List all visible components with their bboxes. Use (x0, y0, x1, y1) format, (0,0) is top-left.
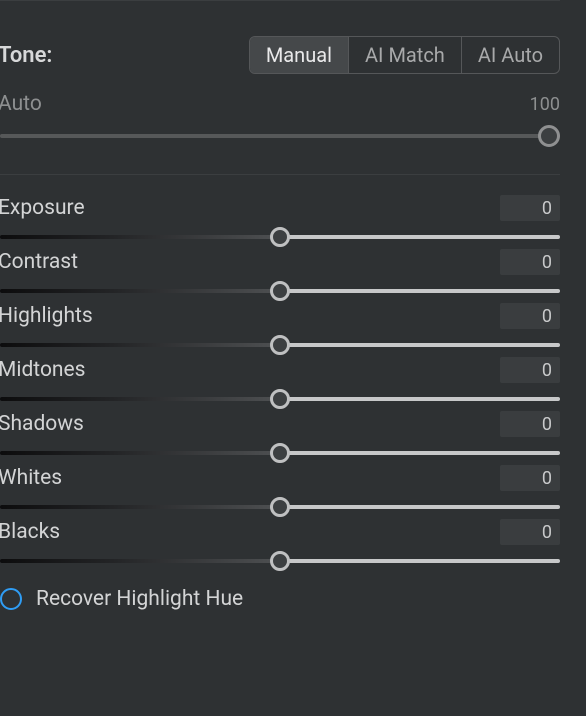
midtones-slider: Midtones 0 (0, 357, 586, 401)
section-divider (0, 174, 560, 175)
contrast-value[interactable]: 0 (500, 249, 560, 275)
blacks-label: Blacks (0, 520, 60, 544)
highlights-slider: Highlights 0 (0, 303, 586, 347)
exposure-track[interactable] (0, 235, 560, 239)
contrast-track[interactable] (0, 289, 560, 293)
shadows-slider: Shadows 0 (0, 411, 586, 455)
tone-mode-ai-match-button[interactable]: AI Match (349, 37, 462, 73)
whites-slider: Whites 0 (0, 465, 586, 509)
auto-slider-value: 100 (530, 94, 560, 115)
highlights-thumb[interactable] (270, 335, 290, 355)
highlights-track[interactable] (0, 343, 560, 347)
blacks-value[interactable]: 0 (500, 519, 560, 545)
auto-slider-head: Auto 100 (0, 92, 560, 116)
blacks-slider: Blacks 0 (0, 519, 586, 563)
tone-mode-segmented: Manual AI Match AI Auto (249, 36, 560, 74)
shadows-track[interactable] (0, 451, 560, 455)
auto-slider-thumb[interactable] (538, 125, 560, 147)
shadows-thumb[interactable] (270, 443, 290, 463)
blacks-thumb[interactable] (270, 551, 290, 571)
circle-icon[interactable] (0, 588, 22, 610)
contrast-thumb[interactable] (270, 281, 290, 301)
whites-thumb[interactable] (270, 497, 290, 517)
tone-header-row: Tone: Manual AI Match AI Auto (0, 10, 586, 74)
highlights-label: Highlights (0, 304, 93, 328)
whites-value[interactable]: 0 (500, 465, 560, 491)
whites-track[interactable] (0, 505, 560, 509)
midtones-label: Midtones (0, 358, 86, 382)
auto-slider-block: Auto 100 (0, 92, 586, 138)
blacks-track[interactable] (0, 559, 560, 563)
recover-highlight-hue-row[interactable]: Recover Highlight Hue (0, 587, 586, 611)
contrast-slider: Contrast 0 (0, 249, 586, 293)
shadows-value[interactable]: 0 (500, 411, 560, 437)
exposure-value[interactable]: 0 (500, 195, 560, 221)
tone-panel: Tone: Manual AI Match AI Auto Auto 100 E… (0, 0, 586, 716)
exposure-thumb[interactable] (270, 227, 290, 247)
midtones-value[interactable]: 0 (500, 357, 560, 383)
whites-label: Whites (0, 466, 62, 490)
highlights-value[interactable]: 0 (500, 303, 560, 329)
exposure-slider: Exposure 0 (0, 195, 586, 239)
tone-mode-ai-auto-button[interactable]: AI Auto (462, 37, 559, 73)
recover-highlight-hue-label: Recover Highlight Hue (36, 587, 243, 611)
auto-slider-label: Auto (0, 92, 42, 116)
midtones-thumb[interactable] (270, 389, 290, 409)
contrast-label: Contrast (0, 250, 78, 274)
shadows-label: Shadows (0, 412, 84, 436)
exposure-label: Exposure (0, 196, 85, 220)
tone-mode-manual-button[interactable]: Manual (250, 37, 349, 73)
auto-slider-track[interactable] (0, 134, 560, 138)
tone-label: Tone: (0, 43, 52, 68)
divider (0, 0, 560, 1)
adjustment-sliders: Exposure 0 Contrast 0 Highlights 0 (0, 195, 586, 563)
midtones-track[interactable] (0, 397, 560, 401)
